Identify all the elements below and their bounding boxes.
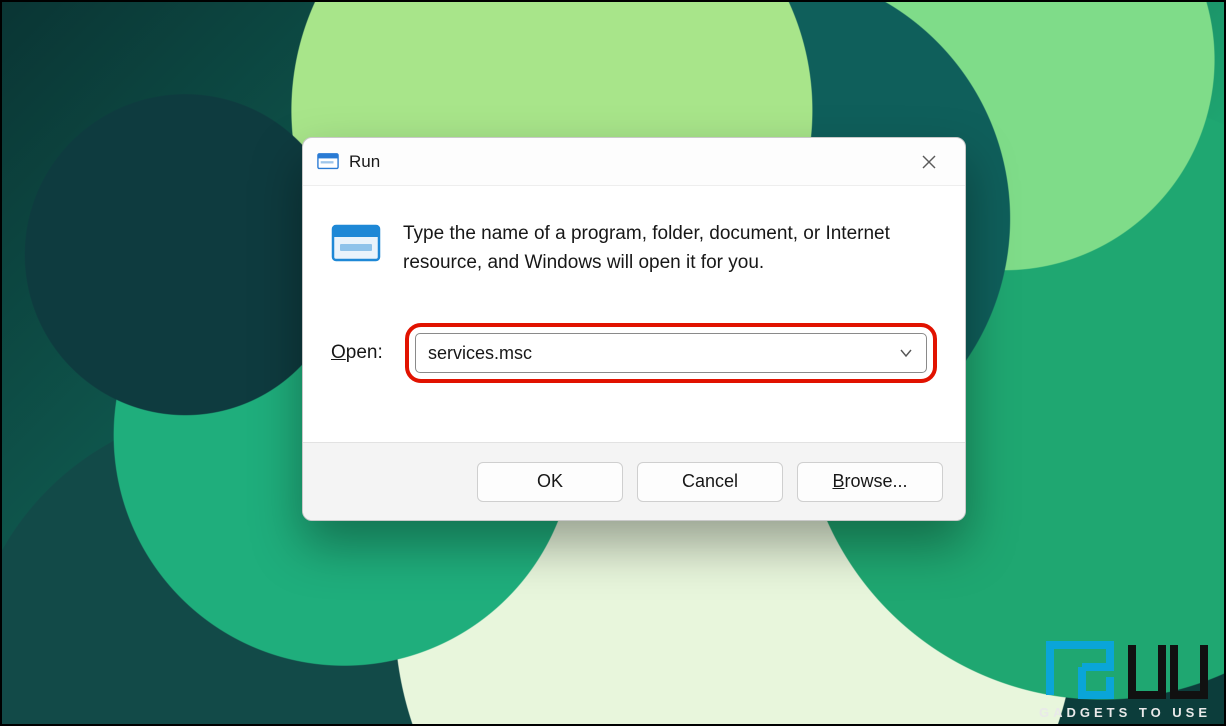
ok-button-label: OK	[537, 471, 563, 492]
desktop-wallpaper: Run Type the name of a program, fo	[0, 0, 1226, 726]
dialog-footer: OK Cancel Browse...	[303, 442, 965, 520]
browse-button-label: Browse...	[832, 471, 907, 492]
watermark-text: GADGETS TO USE	[1039, 705, 1211, 720]
browse-button[interactable]: Browse...	[797, 462, 943, 502]
close-button[interactable]	[901, 142, 957, 182]
dialog-description: Type the name of a program, folder, docu…	[403, 220, 923, 277]
open-combobox[interactable]: services.msc	[415, 333, 927, 373]
open-input-value: services.msc	[428, 343, 532, 364]
dialog-body: Type the name of a program, folder, docu…	[303, 186, 965, 442]
open-label: Open:	[331, 342, 389, 364]
cancel-button[interactable]: Cancel	[637, 462, 783, 502]
cancel-button-label: Cancel	[682, 471, 738, 492]
watermark-logo: GADGETS TO USE	[1030, 626, 1220, 720]
dialog-title: Run	[349, 152, 380, 172]
highlight-annotation: services.msc	[405, 323, 937, 383]
close-icon	[922, 155, 936, 169]
titlebar[interactable]: Run	[303, 138, 965, 186]
chevron-down-icon[interactable]	[897, 344, 915, 362]
run-icon	[331, 222, 381, 266]
run-dialog: Run Type the name of a program, fo	[302, 137, 966, 521]
run-titlebar-icon	[317, 153, 339, 171]
ok-button[interactable]: OK	[477, 462, 623, 502]
